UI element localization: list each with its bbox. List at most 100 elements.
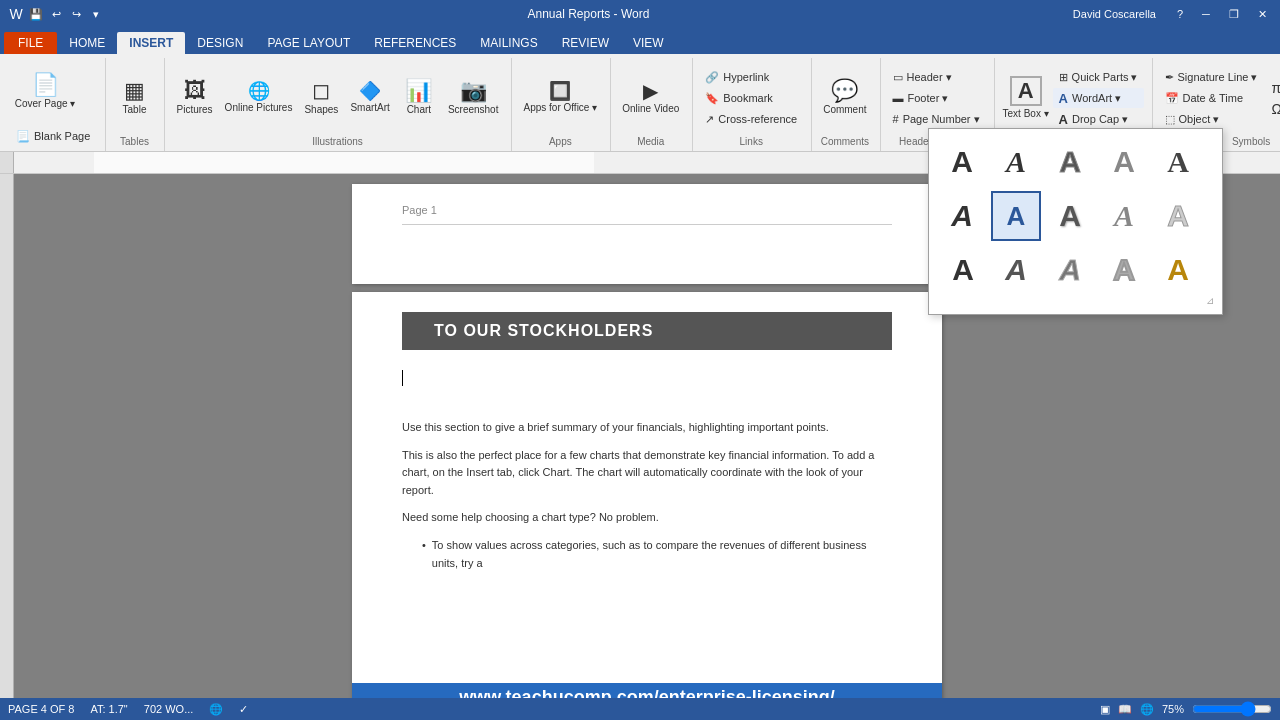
view-read-icon[interactable]: 📖 <box>1118 703 1132 716</box>
section-header-text: TO OUR STOCKHOLDERS <box>434 322 653 340</box>
apps-buttons: 🔲 Apps for Office ▾ <box>518 60 602 136</box>
signature-line-icon: ✒ <box>1165 71 1174 84</box>
table-label: Table <box>123 104 147 116</box>
wordart-item-6[interactable]: A <box>991 191 1041 241</box>
wordart-item-0[interactable]: A <box>937 137 987 187</box>
bookmark-button[interactable]: 🔖 Bookmark <box>699 88 803 108</box>
doc-paragraph-3: Need some help choosing a chart type? No… <box>402 509 892 527</box>
wordart-item-4[interactable]: A <box>1153 137 1203 187</box>
text-cursor <box>402 370 403 386</box>
tab-design[interactable]: DESIGN <box>185 32 255 54</box>
page-number-button[interactable]: # Page Number ▾ <box>887 109 986 129</box>
page-number-icon: # <box>893 113 899 125</box>
online-video-button[interactable]: ▶ Online Video <box>617 66 684 130</box>
footer-icon: ▬ <box>893 92 904 104</box>
tab-mailings[interactable]: MAILINGS <box>468 32 549 54</box>
symbol-button[interactable]: Ω Symbol ▾ <box>1266 99 1281 119</box>
cross-reference-button[interactable]: ↗ Cross-reference <box>699 109 803 129</box>
text-cursor-area[interactable] <box>402 370 892 389</box>
tab-page-layout[interactable]: PAGE LAYOUT <box>255 32 362 54</box>
text-sub-column: ⊞ Quick Parts ▾ A WordArt ▾ A Drop Cap ▾ <box>1053 67 1144 129</box>
tab-review[interactable]: REVIEW <box>550 32 621 54</box>
blank-page-button[interactable]: 📃 Blank Page <box>10 126 97 146</box>
smartart-button[interactable]: 🔷 SmartArt <box>345 66 394 130</box>
help-icon[interactable]: ? <box>1172 6 1188 22</box>
section-header: TO OUR STOCKHOLDERS <box>402 312 892 350</box>
minimize-button[interactable]: ─ <box>1196 6 1216 22</box>
date-time-button[interactable]: 📅 Date & Time <box>1159 88 1264 108</box>
bullet-symbol: • <box>422 537 426 572</box>
wordart-item-9[interactable]: A <box>1153 191 1203 241</box>
language-indicator: 🌐 <box>209 703 223 716</box>
view-web-icon[interactable]: 🌐 <box>1140 703 1154 716</box>
redo-icon[interactable]: ↪ <box>68 6 84 22</box>
wordart-item-3[interactable]: A <box>1099 137 1149 187</box>
page-indicator: PAGE 4 OF 8 <box>8 703 74 716</box>
wordart-item-2[interactable]: A <box>1045 137 1095 187</box>
blank-page-icon: 📃 <box>16 130 30 143</box>
object-button[interactable]: ⬚ Object ▾ <box>1159 109 1264 129</box>
doc-page-1: Page 1 <box>352 184 942 284</box>
header-label: Header ▾ <box>907 71 952 84</box>
wordart-item-10[interactable]: A <box>937 245 987 295</box>
ribbon-group-pages: 📄 Cover Page ▾ 📃 Blank Page ⬛ Page Break… <box>4 58 106 151</box>
wordart-item-5[interactable]: A <box>937 191 987 241</box>
wordart-item-13[interactable]: A <box>1099 245 1149 295</box>
screenshot-label: Screenshot <box>448 104 499 116</box>
apps-for-office-button[interactable]: 🔲 Apps for Office ▾ <box>518 66 602 130</box>
cover-page-label: Cover Page ▾ <box>15 98 76 110</box>
title-bar-left: W 💾 ↩ ↪ ▾ <box>8 6 104 22</box>
text-box-button[interactable]: A Text Box ▾ <box>1001 66 1051 130</box>
wordart-item-1[interactable]: A <box>991 137 1041 187</box>
drop-cap-button[interactable]: A Drop Cap ▾ <box>1053 109 1144 129</box>
doc-paragraph-2: This is also the perfect place for a few… <box>402 447 892 500</box>
wordart-button[interactable]: A WordArt ▾ <box>1053 88 1144 108</box>
hyperlink-icon: 🔗 <box>705 71 719 84</box>
tab-home[interactable]: HOME <box>57 32 117 54</box>
hyperlink-button[interactable]: 🔗 Hyperlink <box>699 67 803 87</box>
wordart-item-7[interactable]: A <box>1045 191 1095 241</box>
wordart-item-12[interactable]: A <box>1045 245 1095 295</box>
tab-references[interactable]: REFERENCES <box>362 32 468 54</box>
save-icon[interactable]: 💾 <box>28 6 44 22</box>
wordart-item-8[interactable]: A <box>1099 191 1149 241</box>
quick-parts-icon: ⊞ <box>1059 71 1068 84</box>
illustrations-buttons: 🖼 Pictures 🌐 Online Pictures ◻ Shapes 🔷 … <box>171 60 503 136</box>
wordart-item-14[interactable]: A <box>1153 245 1203 295</box>
cover-page-button[interactable]: 📄 Cover Page ▾ <box>10 60 80 124</box>
chart-label: Chart <box>407 104 431 116</box>
apps-group-label: Apps <box>549 136 572 149</box>
panel-resize-handle[interactable]: ⊿ <box>937 295 1214 306</box>
screenshot-button[interactable]: 📷 Screenshot <box>443 66 504 130</box>
ribbon-group-illustrations: 🖼 Pictures 🌐 Online Pictures ◻ Shapes 🔷 … <box>165 58 512 151</box>
footer-button[interactable]: ▬ Footer ▾ <box>887 88 986 108</box>
close-button[interactable]: ✕ <box>1252 6 1272 22</box>
comment-button[interactable]: 💬 Comment <box>818 66 871 130</box>
illustrations-group-label: Illustrations <box>312 136 363 149</box>
chart-button[interactable]: 📊 Chart <box>397 66 441 130</box>
pictures-button[interactable]: 🖼 Pictures <box>171 66 217 130</box>
quick-parts-button[interactable]: ⊞ Quick Parts ▾ <box>1053 67 1144 87</box>
drop-cap-icon: A <box>1059 112 1068 127</box>
header-button[interactable]: ▭ Header ▾ <box>887 67 986 87</box>
ruler-left <box>0 152 14 173</box>
shapes-button[interactable]: ◻ Shapes <box>299 66 343 130</box>
comment-label: Comment <box>823 104 866 116</box>
comments-buttons: 💬 Comment <box>818 60 871 136</box>
tab-insert[interactable]: INSERT <box>117 32 185 54</box>
restore-button[interactable]: ❐ <box>1224 6 1244 22</box>
undo-icon[interactable]: ↩ <box>48 6 64 22</box>
wordart-item-11[interactable]: A <box>991 245 1041 295</box>
media-group-label: Media <box>637 136 664 149</box>
tab-view[interactable]: VIEW <box>621 32 676 54</box>
status-bar-right: ▣ 📖 🌐 75% <box>1100 703 1272 716</box>
equation-button[interactable]: π Equation ▾ <box>1266 78 1281 98</box>
signature-line-button[interactable]: ✒ Signature Line ▾ <box>1159 67 1264 87</box>
links-group-label: Links <box>740 136 763 149</box>
online-pictures-button[interactable]: 🌐 Online Pictures <box>220 66 298 130</box>
zoom-slider[interactable] <box>1192 704 1272 714</box>
customize-icon[interactable]: ▾ <box>88 6 104 22</box>
table-button[interactable]: ▦ Table <box>112 66 156 130</box>
view-normal-icon[interactable]: ▣ <box>1100 703 1110 716</box>
tab-file[interactable]: FILE <box>4 32 57 54</box>
